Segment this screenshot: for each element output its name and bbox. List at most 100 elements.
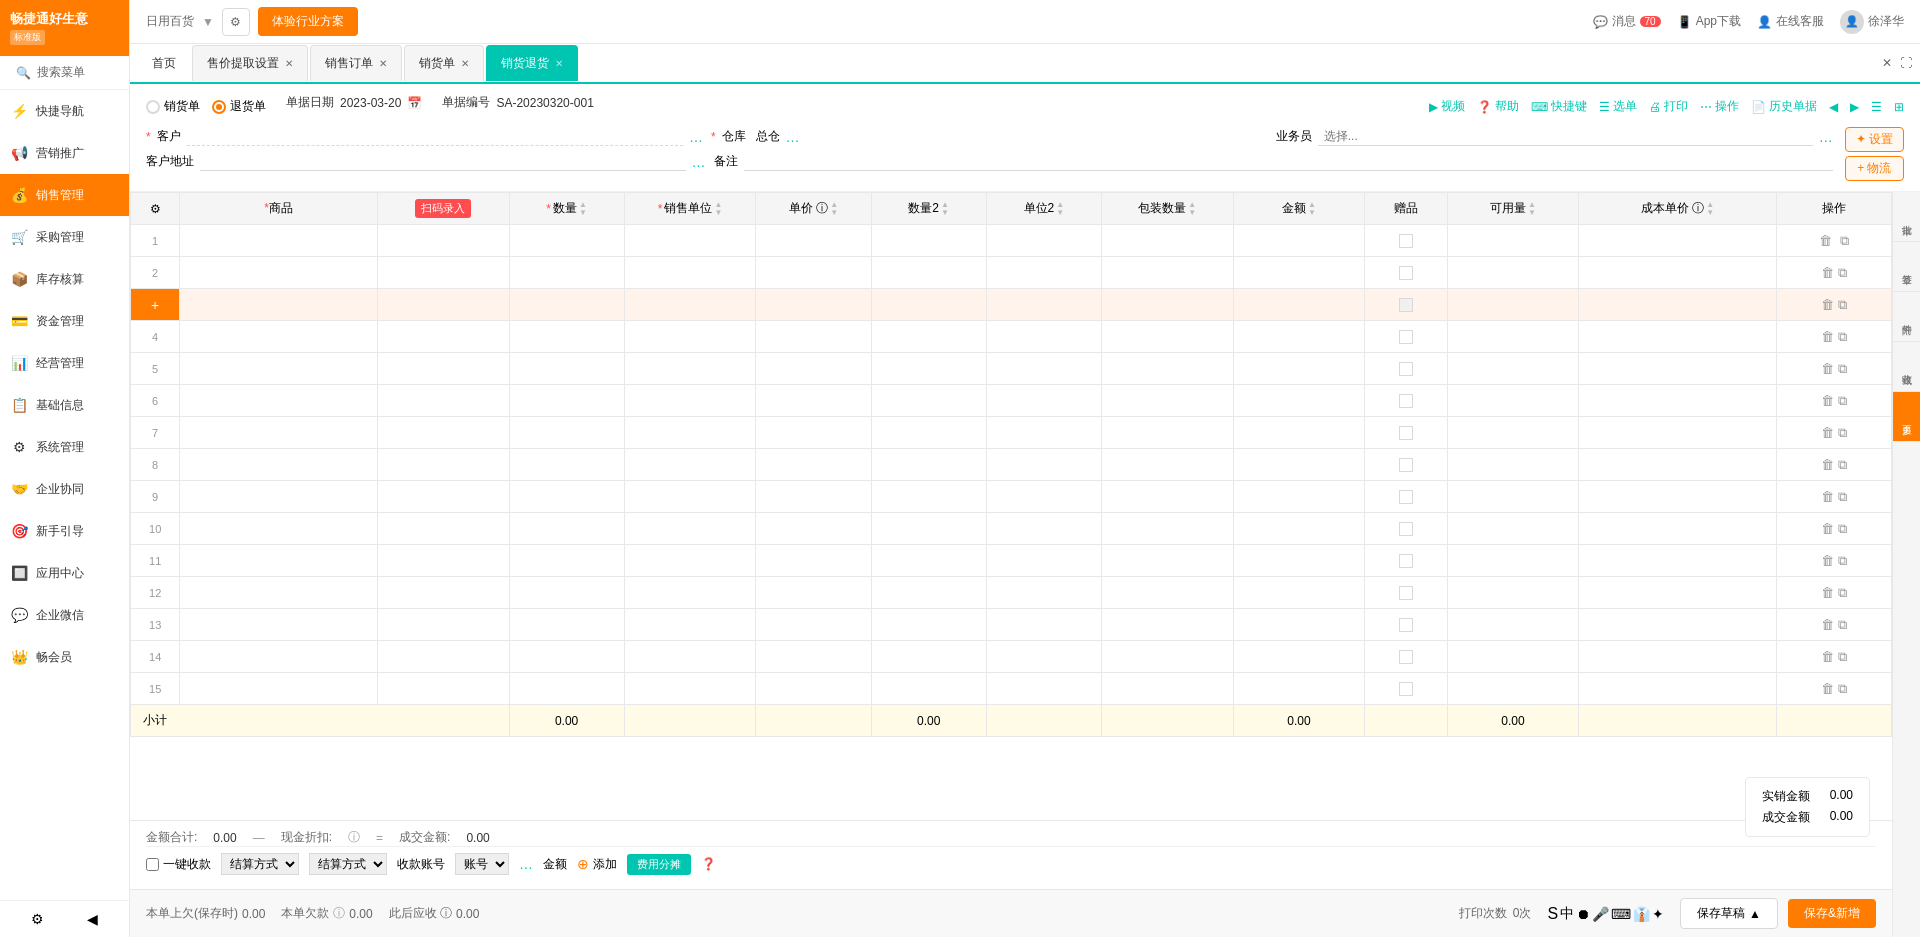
grid-view-icon[interactable]: ⊞ (1894, 100, 1904, 114)
radio-return[interactable]: 退货单 (212, 98, 266, 115)
gift-checkbox[interactable] (1399, 426, 1413, 440)
tab-close-icon[interactable]: ✕ (379, 58, 387, 69)
tab-close-icon[interactable]: ✕ (285, 58, 293, 69)
logistics-side-button[interactable]: + 物流 (1845, 156, 1904, 181)
delete-button[interactable]: 🗑 (1821, 265, 1834, 280)
right-panel-fav[interactable]: 收藏 (1893, 342, 1920, 392)
user-menu[interactable]: 👤 徐泽华 (1840, 10, 1904, 34)
save-new-button[interactable]: 保存&新增 (1788, 899, 1876, 928)
prev-icon[interactable]: ◀ (1829, 100, 1838, 114)
copy-button[interactable]: ⧉ (1838, 489, 1847, 504)
delete-button[interactable]: 🗑 (1821, 681, 1834, 696)
gift-checkbox[interactable] (1399, 554, 1413, 568)
gift-checkbox[interactable] (1399, 586, 1413, 600)
history-action[interactable]: 📄 历史单据 (1751, 98, 1817, 115)
close-tab-icon[interactable]: ✕ (1882, 56, 1892, 70)
tab-sales-order[interactable]: 销售订单 ✕ (310, 45, 402, 81)
account-select[interactable]: 账号 (455, 853, 509, 875)
sidebar-item-purchase[interactable]: 🛒 采购管理 (0, 216, 129, 258)
tool4-icon[interactable]: ⌨ (1611, 906, 1631, 922)
tool3-icon[interactable]: 🎤 (1592, 906, 1609, 922)
video-help[interactable]: ▶ 视频 (1429, 98, 1465, 115)
delete-button[interactable]: 🗑 (1821, 297, 1834, 312)
copy-button[interactable]: ⧉ (1838, 297, 1847, 312)
sidebar-item-inventory[interactable]: 📦 库存核算 (0, 258, 129, 300)
delete-button[interactable]: 🗑 (1821, 393, 1834, 408)
amount-cell[interactable] (1233, 225, 1365, 257)
scan-btn[interactable]: 扫码录入 (415, 199, 471, 218)
fee-help-icon[interactable]: ❓ (701, 857, 716, 871)
tab-sales-return[interactable]: 销货退货 ✕ (486, 45, 578, 81)
experience-button[interactable]: 体验行业方案 (258, 7, 358, 36)
online-support-button[interactable]: 👤 在线客服 (1757, 13, 1824, 30)
qty2-cell[interactable] (871, 225, 986, 257)
fee-split-button[interactable]: 费用分摊 (627, 854, 691, 875)
discount-help-icon[interactable]: ⓘ (348, 829, 360, 846)
copy-button[interactable]: ⧉ (1838, 329, 1847, 344)
gift-checkbox[interactable] (1399, 522, 1413, 536)
staff-input[interactable] (1318, 127, 1813, 146)
sidebar-item-marketing[interactable]: 📢 营销推广 (0, 132, 129, 174)
delete-button[interactable]: 🗑 (1821, 617, 1834, 632)
delete-button[interactable]: 🗑 (1819, 233, 1832, 248)
sidebar-item-operations[interactable]: 📊 经营管理 (0, 342, 129, 384)
delete-button[interactable]: 🗑 (1821, 489, 1834, 504)
delete-button[interactable]: 🗑 (1821, 521, 1834, 536)
select-action[interactable]: ☰ 选单 (1599, 98, 1637, 115)
unit-cell[interactable] (624, 225, 756, 257)
settings-side-button[interactable]: ✦ 设置 (1845, 127, 1904, 152)
product-cell[interactable] (180, 225, 377, 257)
avail-cell[interactable] (1447, 225, 1579, 257)
right-panel-more[interactable]: 更多 (1893, 392, 1920, 442)
gift-checkbox[interactable] (1399, 458, 1413, 472)
shortcut-action[interactable]: ⌨ 快捷键 (1531, 98, 1587, 115)
add-row-button[interactable]: + (145, 295, 165, 315)
gift-checkbox[interactable] (1399, 298, 1413, 312)
add-payment-icon[interactable]: ⊕ (577, 856, 589, 872)
tab-price-settings[interactable]: 售价提取设置 ✕ (192, 45, 308, 81)
copy-button[interactable]: ⧉ (1838, 393, 1847, 408)
sidebar-item-guide[interactable]: 🎯 新手引导 (0, 510, 129, 552)
customer-input[interactable] (187, 127, 683, 146)
list-view-icon[interactable]: ☰ (1871, 100, 1882, 114)
copy-button[interactable]: ⧉ (1838, 649, 1847, 664)
address-picker[interactable]: … (692, 154, 706, 170)
maximize-icon[interactable]: ⛶ (1900, 56, 1912, 70)
tab-close-icon[interactable]: ✕ (555, 58, 563, 69)
save-draft-button[interactable]: 保存草稿 ▲ (1680, 898, 1778, 929)
gift-checkbox[interactable] (1399, 618, 1413, 632)
gift-checkbox[interactable] (1399, 650, 1413, 664)
staff-picker[interactable]: … (1819, 129, 1833, 145)
sidebar-item-quick-nav[interactable]: ⚡ 快捷导航 (0, 90, 129, 132)
right-panel-approve[interactable]: 审批 (1893, 192, 1920, 242)
delete-button[interactable]: 🗑 (1821, 553, 1834, 568)
gift-checkbox[interactable] (1399, 362, 1413, 376)
copy-button[interactable]: ⧉ (1840, 233, 1849, 248)
copy-button[interactable]: ⧉ (1838, 425, 1847, 440)
delete-button[interactable]: 🗑 (1821, 329, 1834, 344)
copy-button[interactable]: ⧉ (1838, 617, 1847, 632)
settings-button[interactable]: ⚙ (222, 8, 250, 36)
sidebar-item-finance[interactable]: 💳 资金管理 (0, 300, 129, 342)
collapse-icon[interactable]: ◀ (87, 911, 98, 927)
cost-cell[interactable] (1579, 225, 1776, 257)
col-scan[interactable]: 扫码录入 (377, 193, 509, 225)
address-input[interactable] (200, 152, 686, 171)
col-gear[interactable]: ⚙ (131, 193, 180, 225)
delete-button[interactable]: 🗑 (1821, 457, 1834, 472)
print-action[interactable]: 🖨 打印 (1649, 98, 1688, 115)
help-action[interactable]: ❓ 帮助 (1477, 98, 1519, 115)
product-input[interactable] (184, 297, 372, 312)
product-cell[interactable] (180, 257, 377, 289)
right-panel-sign[interactable]: 签章 (1893, 242, 1920, 292)
customer-picker[interactable]: … (689, 129, 703, 145)
sidebar-item-system[interactable]: ⚙ 系统管理 (0, 426, 129, 468)
gift-checkbox[interactable] (1399, 266, 1413, 280)
next-icon[interactable]: ▶ (1850, 100, 1859, 114)
copy-button[interactable]: ⧉ (1838, 521, 1847, 536)
unit2-cell[interactable] (986, 225, 1101, 257)
qty-cell[interactable] (509, 225, 624, 257)
right-panel-attach[interactable]: 附件 (1893, 292, 1920, 342)
copy-button[interactable]: ⧉ (1838, 265, 1847, 280)
radio-sale[interactable]: 销货单 (146, 98, 200, 115)
